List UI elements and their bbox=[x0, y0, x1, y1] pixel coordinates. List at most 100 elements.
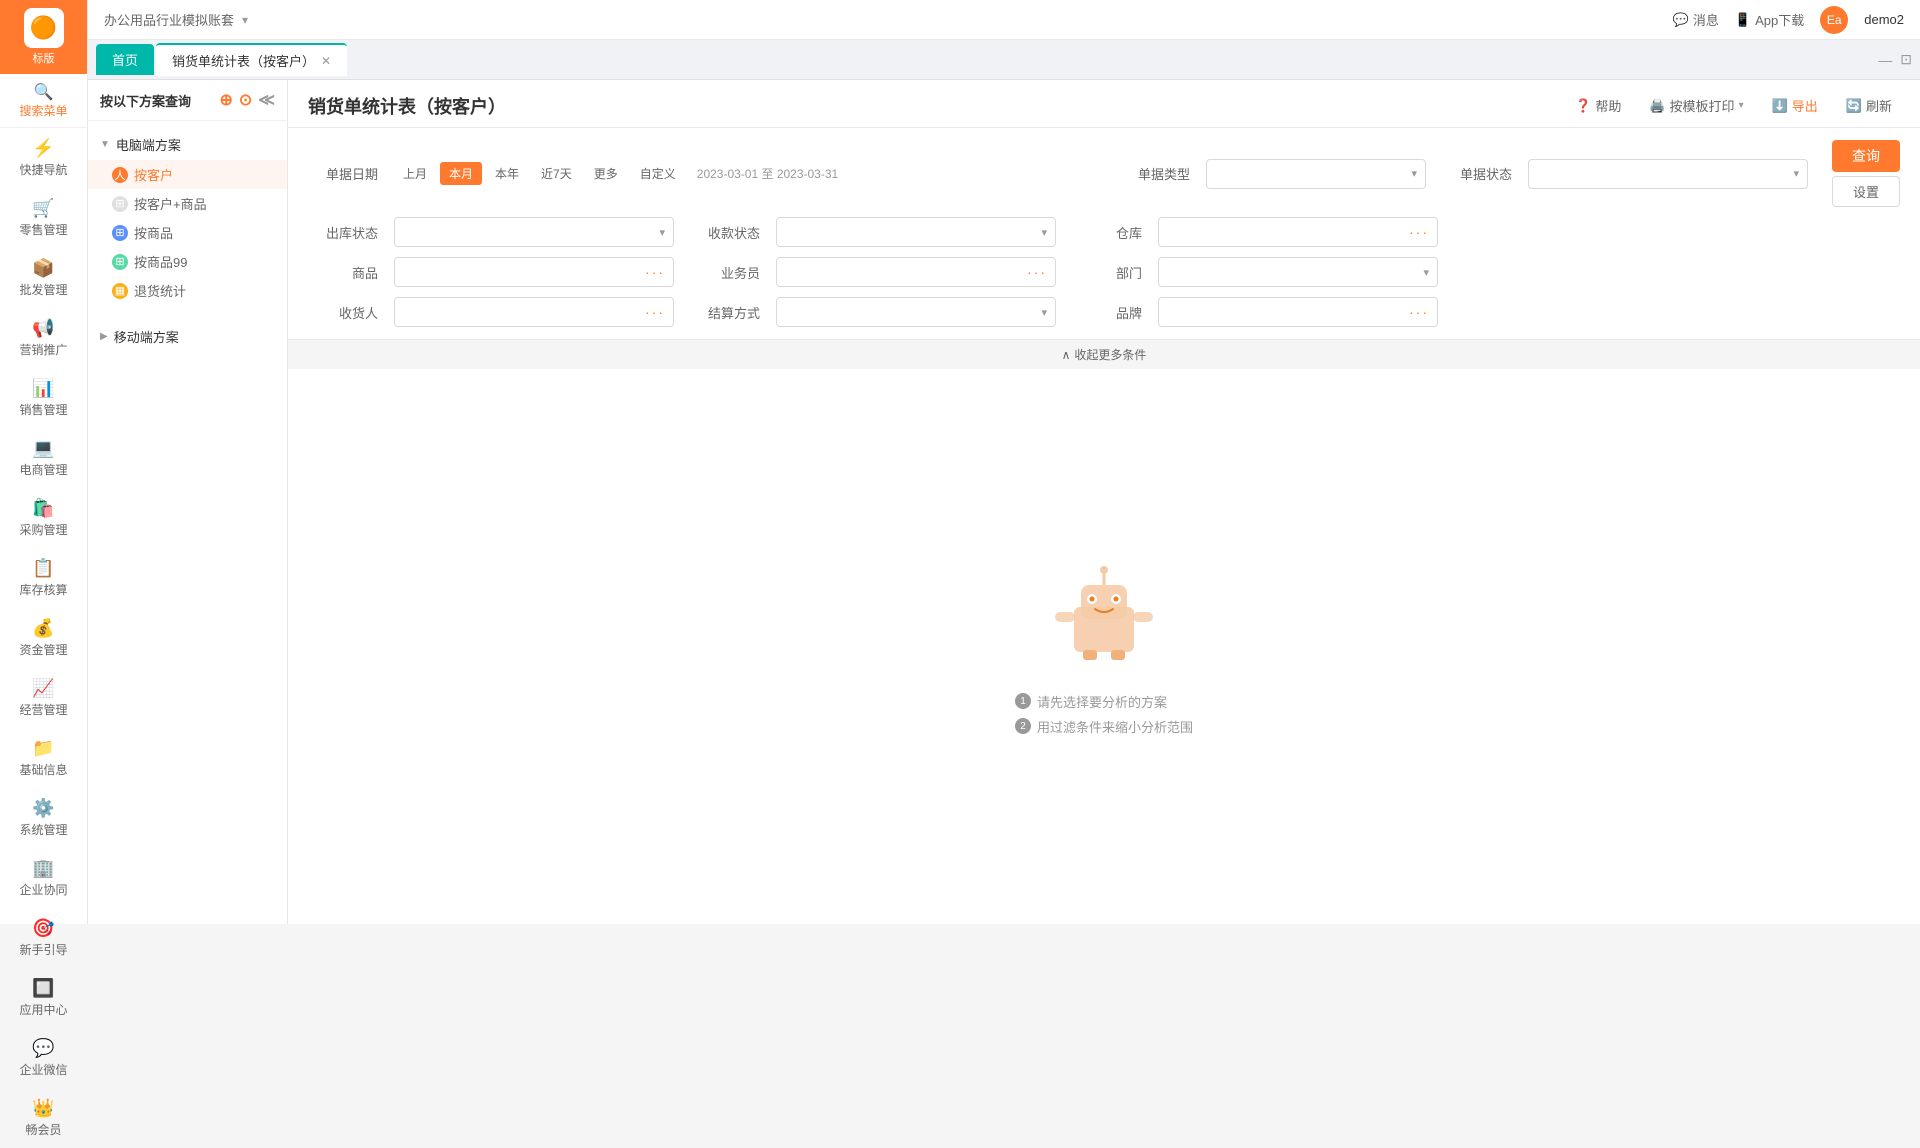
warehouse-dots[interactable]: ··· bbox=[1409, 224, 1429, 240]
export-button[interactable]: ⬇️ 导出 bbox=[1764, 92, 1826, 119]
date-label: 单据日期 bbox=[308, 164, 378, 183]
sidebar-item-operation[interactable]: 📈 经营管理 bbox=[0, 668, 87, 728]
tab-close-icon[interactable]: ✕ bbox=[321, 54, 331, 68]
date-btn-custom[interactable]: 自定义 bbox=[631, 162, 685, 185]
filter-row-1: 单据日期 上月 本月 本年 近7天 更多 自定义 2023-03-01 至 20… bbox=[308, 140, 1900, 207]
add-scheme-button[interactable]: ⊕ bbox=[219, 90, 232, 110]
brand-dots[interactable]: ··· bbox=[1409, 304, 1429, 320]
edit-scheme-button[interactable]: ⊙ bbox=[239, 90, 252, 110]
staff-select[interactable]: ··· bbox=[776, 257, 1056, 287]
tree-mobile-label: 移动端方案 bbox=[114, 327, 179, 346]
brand-select[interactable]: ··· bbox=[1158, 297, 1438, 327]
goods-select[interactable]: ··· bbox=[394, 257, 674, 287]
tab-maximize-icon[interactable]: ⊡ bbox=[1900, 51, 1912, 68]
dept-label: 部门 bbox=[1072, 263, 1142, 282]
staff-label: 业务员 bbox=[690, 263, 760, 282]
retail-icon: 🛒 bbox=[32, 198, 54, 219]
type-label: 单据类型 bbox=[1120, 164, 1190, 183]
dept-select[interactable]: ▾ bbox=[1158, 257, 1438, 287]
message-button[interactable]: 💬 消息 bbox=[1673, 10, 1719, 29]
tab-sales-stat[interactable]: 销货单统计表（按客户） ✕ bbox=[156, 43, 347, 76]
basic-icon: 📁 bbox=[32, 738, 54, 759]
sidebar-item-wecom[interactable]: 💬 企业微信 bbox=[0, 1028, 87, 1088]
staff-dots[interactable]: ··· bbox=[1027, 264, 1047, 280]
wecom-icon: 💬 bbox=[32, 1038, 54, 1059]
member-icon: 👑 bbox=[32, 1098, 54, 1119]
status-select[interactable]: ▾ bbox=[1528, 159, 1808, 189]
sidebar-item-system[interactable]: ⚙️ 系统管理 bbox=[0, 788, 87, 848]
right-main: 销货单统计表（按客户） ❓ 帮助 🖨️ 按模板打印 ▾ ⬇️ bbox=[288, 80, 1920, 924]
tree-expand-arrow: ▼ bbox=[100, 139, 110, 150]
collapse-bar[interactable]: ∧ 收起更多条件 bbox=[288, 340, 1920, 369]
by-customer-icon: 人 bbox=[112, 167, 128, 183]
tree-parent-mobile[interactable]: ▶ 移动端方案 bbox=[88, 321, 287, 352]
query-button[interactable]: 查询 bbox=[1832, 140, 1900, 172]
date-btn-7days[interactable]: 近7天 bbox=[532, 162, 581, 185]
date-btn-last-month[interactable]: 上月 bbox=[394, 162, 436, 185]
tree-child-by-goods[interactable]: ⊞ 按商品 bbox=[88, 218, 287, 247]
app-download-button[interactable]: 📱 App下载 bbox=[1735, 10, 1804, 29]
date-btn-this-month[interactable]: 本月 bbox=[440, 162, 482, 185]
sidebar-item-enterprise[interactable]: 🏢 企业协同 bbox=[0, 848, 87, 908]
collapse-up-icon: ∧ bbox=[1062, 348, 1071, 362]
brand-label: 品牌 bbox=[1072, 303, 1142, 322]
sidebar-item-appstore[interactable]: 🔲 应用中心 bbox=[0, 968, 87, 1028]
settle-select[interactable]: ▾ bbox=[776, 297, 1056, 327]
topbar-dropdown-arrow[interactable]: ▾ bbox=[242, 13, 248, 27]
tree-child-by-goods99[interactable]: ⊞ 按商品99 bbox=[88, 247, 287, 276]
collapse-panel-button[interactable]: ≪ bbox=[258, 90, 275, 110]
goods-dots[interactable]: ··· bbox=[645, 264, 665, 280]
main-area: 办公用品行业模拟账套 ▾ 💬 消息 📱 App下载 Ea demo2 首页 销货… bbox=[88, 0, 1920, 924]
type-select[interactable]: ▾ bbox=[1206, 159, 1426, 189]
receiver-dots[interactable]: ··· bbox=[645, 304, 665, 320]
tree-child-by-customer-goods[interactable]: ⊞ 按客户+商品 bbox=[88, 189, 287, 218]
topbar: 办公用品行业模拟账套 ▾ 💬 消息 📱 App下载 Ea demo2 bbox=[88, 0, 1920, 40]
tree-child-by-customer[interactable]: 人 按客户 bbox=[88, 160, 287, 189]
settings-button[interactable]: 设置 bbox=[1832, 176, 1900, 207]
enterprise-icon: 🏢 bbox=[32, 858, 54, 879]
sidebar-item-search[interactable]: 🔍 搜索菜单 bbox=[0, 74, 87, 128]
help-button[interactable]: ❓ 帮助 bbox=[1567, 92, 1629, 119]
refresh-button[interactable]: 🔄 刷新 bbox=[1838, 92, 1900, 119]
sidebar-item-ecom[interactable]: 💻 电商管理 bbox=[0, 428, 87, 488]
sidebar-item-finance[interactable]: 💰 资金管理 bbox=[0, 608, 87, 668]
template-print-button[interactable]: 🖨️ 按模板打印 ▾ bbox=[1641, 92, 1751, 119]
sidebar-item-marketing[interactable]: 📢 营销推广 bbox=[0, 308, 87, 368]
sidebar-wecom-label: 企业微信 bbox=[19, 1061, 67, 1078]
avatar[interactable]: Ea bbox=[1820, 6, 1848, 34]
sidebar-item-retail[interactable]: 🛒 零售管理 bbox=[0, 188, 87, 248]
collect-status-label: 收款状态 bbox=[690, 223, 760, 242]
sidebar-item-purchase[interactable]: 🛍️ 采购管理 bbox=[0, 488, 87, 548]
sidebar-item-wholesale[interactable]: 📦 批发管理 bbox=[0, 248, 87, 308]
sidebar-item-sales[interactable]: 📊 销售管理 bbox=[0, 368, 87, 428]
appstore-icon: 🔲 bbox=[32, 978, 54, 999]
sidebar-item-shortcut[interactable]: ⚡ 快捷导航 bbox=[0, 128, 87, 188]
warehouse-select[interactable]: ··· bbox=[1158, 217, 1438, 247]
left-panel-actions: ⊕ ⊙ ≪ bbox=[219, 90, 275, 110]
sidebar-member-label: 畅会员 bbox=[25, 1121, 61, 1138]
topbar-left: 办公用品行业模拟账套 ▾ bbox=[104, 10, 248, 29]
sidebar-logo[interactable]: 🟠 标版 bbox=[0, 0, 87, 74]
user-name[interactable]: demo2 bbox=[1864, 12, 1904, 27]
tree-child-return-stat[interactable]: ▦ 退货统计 bbox=[88, 276, 287, 305]
tree-parent-desktop[interactable]: ▼ 电脑端方案 bbox=[88, 129, 287, 160]
sidebar-item-member[interactable]: 👑 畅会员 bbox=[0, 1088, 87, 1148]
date-btn-more[interactable]: 更多 bbox=[585, 162, 627, 185]
collect-status-arrow: ▾ bbox=[1041, 226, 1047, 239]
tab-minimize-icon[interactable]: — bbox=[1878, 52, 1892, 68]
date-btn-this-year[interactable]: 本年 bbox=[486, 162, 528, 185]
out-status-label: 出库状态 bbox=[308, 223, 378, 242]
tab-home[interactable]: 首页 bbox=[96, 44, 154, 75]
receiver-select[interactable]: ··· bbox=[394, 297, 674, 327]
page-title: 销货单统计表（按客户） bbox=[308, 93, 506, 119]
sidebar-item-newbie[interactable]: 🎯 新手引导 bbox=[0, 908, 87, 968]
sidebar-inventory-label: 库存核算 bbox=[19, 581, 67, 598]
sidebar-item-basic[interactable]: 📁 基础信息 bbox=[0, 728, 87, 788]
filter-row-3: 商品 ··· 业务员 ··· 部门 ▾ bbox=[308, 257, 1900, 287]
page-header: 销货单统计表（按客户） ❓ 帮助 🖨️ 按模板打印 ▾ ⬇️ bbox=[288, 80, 1920, 128]
system-icon: ⚙️ bbox=[32, 798, 54, 819]
out-status-select[interactable]: ▾ bbox=[394, 217, 674, 247]
collect-status-select[interactable]: ▾ bbox=[776, 217, 1056, 247]
sidebar-item-inventory[interactable]: 📋 库存核算 bbox=[0, 548, 87, 608]
tree-section-desktop: ▼ 电脑端方案 人 按客户 ⊞ 按客户+商品 ⊞ bbox=[88, 121, 287, 313]
